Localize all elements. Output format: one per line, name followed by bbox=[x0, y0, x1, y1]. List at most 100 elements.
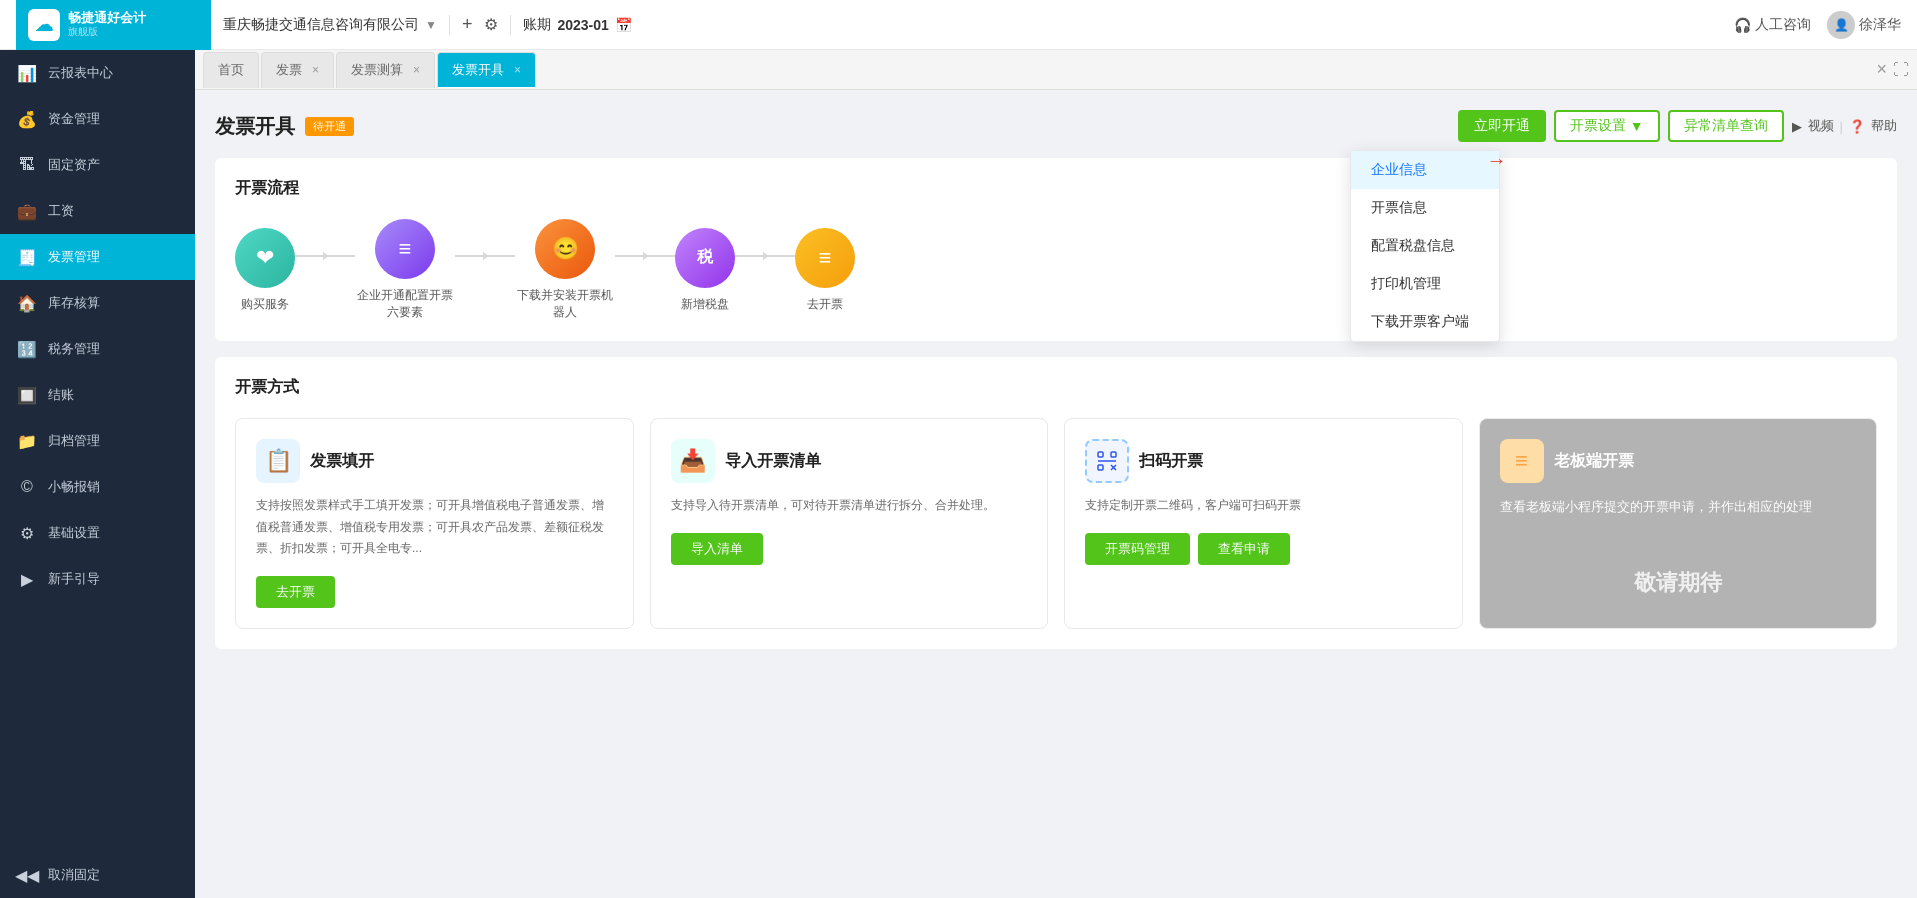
shuiwu-icon: 🔢 bbox=[16, 338, 38, 360]
company-selector[interactable]: 重庆畅捷交通信息咨询有限公司 ▼ bbox=[223, 16, 437, 34]
sidebar-label-gongzi: 工资 bbox=[48, 202, 74, 220]
logo-title: 畅捷通好会计 bbox=[68, 10, 146, 26]
method-desc-fill: 支持按照发票样式手工填开发票；可开具增值税电子普通发票、增值税普通发票、增值税专… bbox=[256, 495, 613, 560]
sidebar-label-kucun: 库存核算 bbox=[48, 294, 100, 312]
page-title: 发票开具 bbox=[215, 113, 295, 140]
abnormal-button[interactable]: 异常清单查询 bbox=[1668, 110, 1784, 142]
headset-icon: 🎧 bbox=[1734, 17, 1751, 33]
activate-button[interactable]: 立即开通 bbox=[1458, 110, 1546, 142]
divider-help: | bbox=[1840, 119, 1843, 134]
dropdown-item-kaipiaoxinxi[interactable]: 开票信息 bbox=[1351, 189, 1499, 227]
method-btn-import[interactable]: 导入清单 bbox=[671, 533, 763, 565]
sidebar-label-xiaochangbaoxiao: 小畅报销 bbox=[48, 478, 100, 496]
dropdown-item-qiyexinxi[interactable]: 企业信息 bbox=[1351, 151, 1499, 189]
sidebar-item-gongzi[interactable]: 💼 工资 bbox=[0, 188, 195, 234]
flow-step-3: 😊 下载并安装开票机器人 bbox=[515, 219, 615, 321]
avatar: 👤 bbox=[1827, 11, 1855, 39]
flow-step-label-1: 购买服务 bbox=[241, 296, 289, 313]
help-label[interactable]: 帮助 bbox=[1871, 117, 1897, 135]
jichushezhi-icon: ⚙ bbox=[16, 522, 38, 544]
sidebar-item-xiaochangbaoxiao[interactable]: © 小畅报销 bbox=[0, 464, 195, 510]
method-btn-fill[interactable]: 去开票 bbox=[256, 576, 335, 608]
setting-button[interactable]: 开票设置 ▼ bbox=[1554, 110, 1660, 142]
flow-step-icon-4: 税 bbox=[675, 228, 735, 288]
svg-rect-2 bbox=[1098, 465, 1103, 470]
calendar-icon[interactable]: 📅 bbox=[615, 17, 632, 33]
consult-label: 人工咨询 bbox=[1755, 16, 1811, 34]
quxiaogudingzichan-icon: ◀◀ bbox=[16, 864, 38, 886]
method-cards: 📋 发票填开 支持按照发票样式手工填开发票；可开具增值税电子普通发票、增值税普通… bbox=[235, 418, 1877, 629]
tab-fapiaokaiju[interactable]: 发票开具 × bbox=[437, 52, 536, 88]
top-bar: ☁ 畅捷通好会计 旗舰版 重庆畅捷交通信息咨询有限公司 ▼ + ⚙ 账期 202… bbox=[0, 0, 1917, 50]
sidebar-label-jiezhang: 结账 bbox=[48, 386, 74, 404]
top-right: 🎧 人工咨询 👤 徐泽华 bbox=[1734, 11, 1901, 39]
user-menu[interactable]: 👤 徐泽华 bbox=[1827, 11, 1901, 39]
add-button[interactable]: + bbox=[462, 14, 473, 35]
method-desc-boss: 查看老板端小程序提交的开票申请，并作出相应的处理 bbox=[1500, 495, 1857, 518]
sidebar-label-quxiaogudingzichan: 取消固定 bbox=[48, 866, 100, 884]
flow-step-label-4: 新增税盘 bbox=[681, 296, 729, 313]
dropdown-item-dayinji[interactable]: 打印机管理 bbox=[1351, 265, 1499, 303]
flow-step-icon-1: ❤ bbox=[235, 228, 295, 288]
flow-step-label-5: 去开票 bbox=[807, 296, 843, 313]
tab-fapiaokaiju-close[interactable]: × bbox=[514, 64, 521, 76]
sidebar-item-jiezhang[interactable]: 🔲 结账 bbox=[0, 372, 195, 418]
flow-step-2: ≡ 企业开通配置开票六要素 bbox=[355, 219, 455, 321]
company-name: 重庆畅捷交通信息咨询有限公司 bbox=[223, 16, 419, 34]
setting-dropdown-menu: → 企业信息 开票信息 配置税盘信息 打印机管理 下载开票客户端 bbox=[1350, 150, 1500, 342]
tab-close-all[interactable]: × bbox=[1876, 59, 1887, 80]
method-icon-boss: ≡ bbox=[1500, 439, 1544, 483]
sidebar-item-xinshoudaoyou[interactable]: ▶ 新手引导 bbox=[0, 556, 195, 602]
method-header-import: 📥 导入开票清单 bbox=[671, 439, 1028, 483]
tab-fapiaokaiju-label: 发票开具 bbox=[452, 61, 504, 79]
sidebar-label-yunbao: 云报表中心 bbox=[48, 64, 113, 82]
flow-section-title: 开票流程 bbox=[235, 178, 1877, 199]
method-card-scan: 扫码开票 支持定制开票二维码，客户端可扫码开票 开票码管理 查看申请 bbox=[1064, 418, 1463, 629]
sidebar-item-fapiao[interactable]: 🧾 发票管理 bbox=[0, 234, 195, 280]
setting-button-label: 开票设置 bbox=[1570, 117, 1626, 135]
dropdown-item-peizhi[interactable]: 配置税盘信息 bbox=[1351, 227, 1499, 265]
method-header-boss: ≡ 老板端开票 bbox=[1500, 439, 1857, 483]
fapiao-icon: 🧾 bbox=[16, 246, 38, 268]
method-title-scan: 扫码开票 bbox=[1139, 451, 1203, 472]
sidebar-item-gudingzichan[interactable]: 🏗 固定资产 bbox=[0, 142, 195, 188]
guidang-icon: 📁 bbox=[16, 430, 38, 452]
tab-fapiaocesuan-close[interactable]: × bbox=[413, 64, 420, 76]
flow-step-icon-3: 😊 bbox=[535, 219, 595, 279]
method-btn-scan-view[interactable]: 查看申请 bbox=[1198, 533, 1290, 565]
zijin-icon: 💰 bbox=[16, 108, 38, 130]
tab-fapiao-close[interactable]: × bbox=[312, 64, 319, 76]
sidebar-label-jichushezhi: 基础设置 bbox=[48, 524, 100, 542]
consult-button[interactable]: 🎧 人工咨询 bbox=[1734, 16, 1811, 34]
dropdown-item-download[interactable]: 下载开票客户端 bbox=[1351, 303, 1499, 341]
tab-home-label: 首页 bbox=[218, 61, 244, 79]
xiaochangbaoxiao-icon: © bbox=[16, 476, 38, 498]
sidebar-label-guidang: 归档管理 bbox=[48, 432, 100, 450]
sidebar-item-zijin[interactable]: 💰 资金管理 bbox=[0, 96, 195, 142]
question-icon: ❓ bbox=[1849, 119, 1865, 134]
sidebar-item-shuiwu[interactable]: 🔢 税务管理 bbox=[0, 326, 195, 372]
sidebar-item-guidang[interactable]: 📁 归档管理 bbox=[0, 418, 195, 464]
flow-section: 开票流程 ❤ 购买服务 ≡ 企业开通配置开票六要素 bbox=[215, 158, 1897, 341]
tab-expand[interactable]: ⛶ bbox=[1893, 61, 1909, 79]
sidebar-item-yunbao[interactable]: 📊 云报表中心 bbox=[0, 50, 195, 96]
method-desc-scan: 支持定制开票二维码，客户端可扫码开票 bbox=[1085, 495, 1442, 517]
video-label[interactable]: 视频 bbox=[1808, 117, 1834, 135]
sidebar-item-quxiaogudingzichan[interactable]: ◀◀ 取消固定 bbox=[0, 852, 195, 898]
play-icon[interactable]: ▶ bbox=[1792, 119, 1802, 134]
divider-2 bbox=[510, 15, 511, 35]
method-section-title: 开票方式 bbox=[235, 377, 1877, 398]
tab-fapiao[interactable]: 发票 × bbox=[261, 52, 334, 88]
sidebar-item-kucun[interactable]: 🏠 库存核算 bbox=[0, 280, 195, 326]
page-title-area: 发票开具 待开通 bbox=[215, 113, 354, 140]
method-btn-scan-manage[interactable]: 开票码管理 bbox=[1085, 533, 1190, 565]
sidebar-item-jichushezhi[interactable]: ⚙ 基础设置 bbox=[0, 510, 195, 556]
method-desc-import: 支持导入待开票清单，可对待开票清单进行拆分、合并处理。 bbox=[671, 495, 1028, 517]
settings-button[interactable]: ⚙ bbox=[484, 15, 498, 34]
tab-home[interactable]: 首页 bbox=[203, 52, 259, 88]
red-arrow-indicator: → bbox=[1487, 149, 1507, 172]
tab-fapiaocesuan[interactable]: 发票测算 × bbox=[336, 52, 435, 88]
svg-rect-0 bbox=[1098, 452, 1103, 457]
method-card-fill: 📋 发票填开 支持按照发票样式手工填开发票；可开具增值税电子普通发票、增值税普通… bbox=[235, 418, 634, 629]
sidebar-label-shuiwu: 税务管理 bbox=[48, 340, 100, 358]
